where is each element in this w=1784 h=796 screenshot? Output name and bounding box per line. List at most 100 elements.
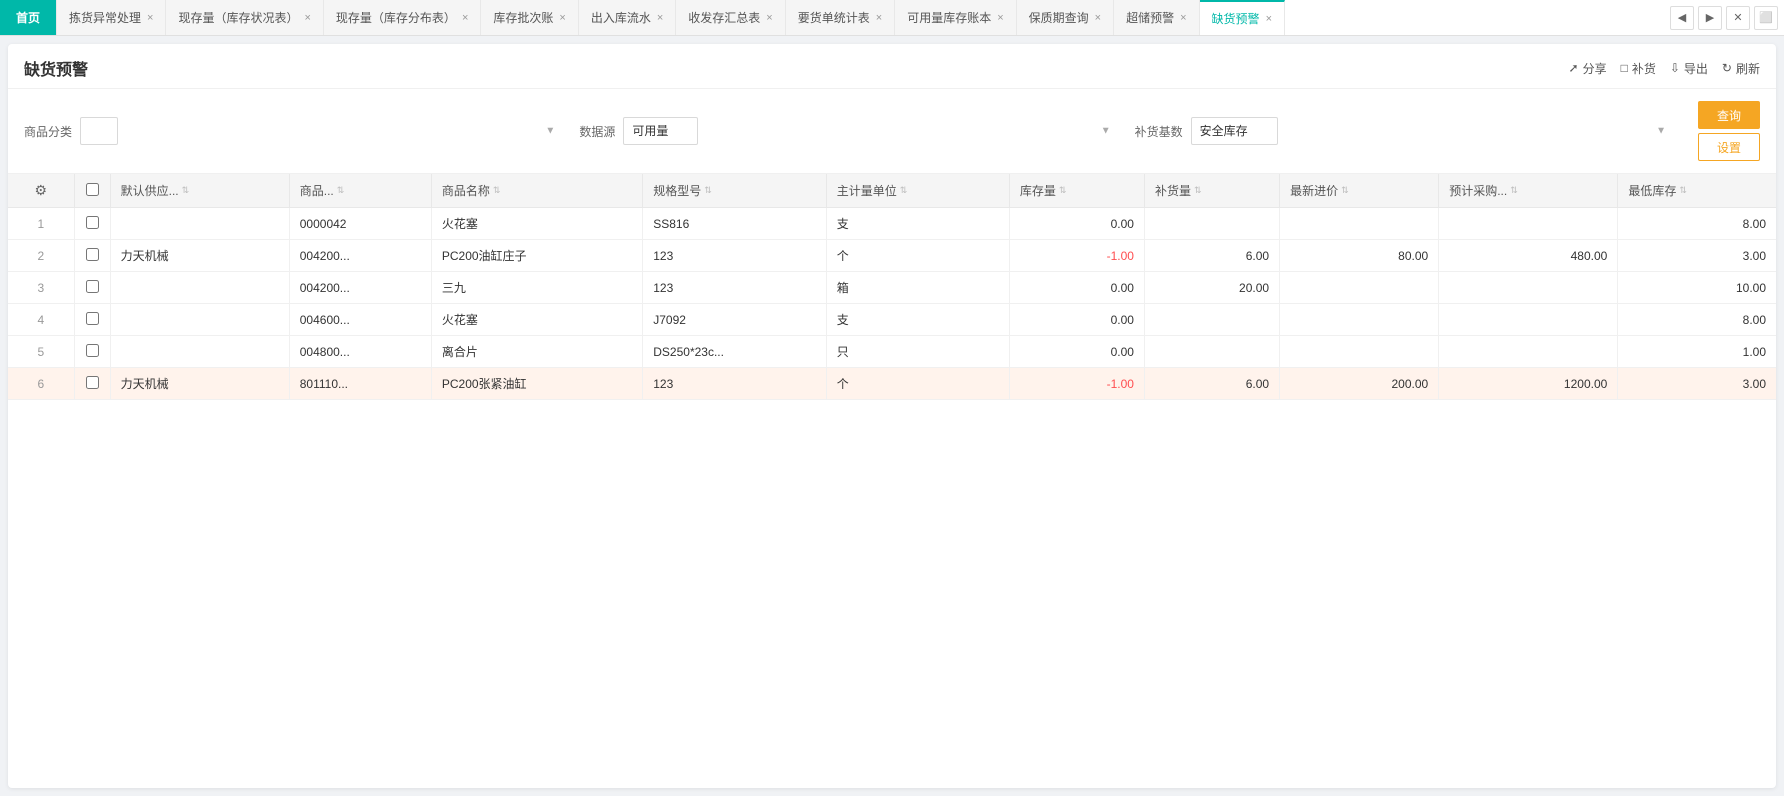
- page-container: 缺货预警 ➚ 分享 □ 补货 ⇩ 导出 ↻ 刷新 商品分类: [8, 44, 1776, 788]
- share-label: 分享: [1583, 60, 1607, 77]
- row-checkbox[interactable]: [86, 376, 99, 389]
- tab-overstock-label: 超储预警: [1126, 9, 1174, 26]
- row-latest-price: [1280, 272, 1439, 304]
- page-title: 缺货预警: [24, 56, 88, 80]
- column-header-stock[interactable]: 库存量 ⇅: [1009, 174, 1144, 208]
- tab-summary-close[interactable]: ×: [766, 12, 772, 24]
- tab-nav-maximize[interactable]: ⬜: [1754, 6, 1778, 30]
- filter-group-base: 补货基数 安全库存 最低库存 ▼: [1135, 117, 1674, 145]
- export-button[interactable]: ⇩ 导出: [1670, 60, 1708, 77]
- tab-overstock-close[interactable]: ×: [1180, 12, 1186, 24]
- tab-order-close[interactable]: ×: [876, 12, 882, 24]
- tab-flow-close[interactable]: ×: [657, 12, 663, 24]
- row-min-stock: 10.00: [1618, 272, 1776, 304]
- row-unit: 支: [826, 304, 1009, 336]
- row-checkbox[interactable]: [86, 344, 99, 357]
- row-name: 离合片: [431, 336, 642, 368]
- tab-overstock[interactable]: 超储预警 ×: [1114, 0, 1199, 35]
- tab-nav-prev[interactable]: ◀: [1670, 6, 1694, 30]
- column-settings-icon[interactable]: ⚙: [8, 174, 74, 208]
- tab-flow[interactable]: 出入库流水 ×: [579, 0, 676, 35]
- tab-nav-next[interactable]: ▶: [1698, 6, 1722, 30]
- filter-row: 商品分类 ▼ 数据源 可用量 总量 ▼ 补货基数: [8, 89, 1776, 174]
- category-label: 商品分类: [24, 123, 72, 140]
- tab-stock1-close[interactable]: ×: [304, 12, 310, 24]
- row-checkbox[interactable]: [86, 312, 99, 325]
- datasource-select[interactable]: 可用量 总量: [623, 117, 698, 145]
- tab-shortage-close[interactable]: ×: [1266, 13, 1272, 25]
- tab-summary[interactable]: 收发存汇总表 ×: [676, 0, 785, 35]
- tab-available-close[interactable]: ×: [997, 12, 1003, 24]
- tab-pick[interactable]: 拣货异常处理 ×: [57, 0, 166, 35]
- row-checkbox-cell: [74, 208, 110, 240]
- filter-group-category: 商品分类 ▼: [24, 117, 563, 145]
- column-header-min-stock[interactable]: 最低库存 ⇅: [1618, 174, 1776, 208]
- select-all-checkbox[interactable]: [86, 183, 99, 196]
- row-unit: 只: [826, 336, 1009, 368]
- row-code: 801110...: [289, 368, 431, 400]
- column-checkbox-header: [74, 174, 110, 208]
- row-checkbox-cell: [74, 304, 110, 336]
- row-checkbox-cell: [74, 336, 110, 368]
- column-header-code[interactable]: 商品... ⇅: [289, 174, 431, 208]
- row-spec: 123: [643, 272, 826, 304]
- category-select-wrap: ▼: [80, 117, 563, 145]
- tab-stock1-label: 现存量（库存状况表）: [178, 9, 298, 26]
- spec-sort-icon: ⇅: [704, 185, 712, 196]
- tab-order[interactable]: 要货单统计表 ×: [786, 0, 895, 35]
- page-header: 缺货预警 ➚ 分享 □ 补货 ⇩ 导出 ↻ 刷新: [8, 44, 1776, 89]
- tab-batch[interactable]: 库存批次账 ×: [481, 0, 578, 35]
- tab-available[interactable]: 可用量库存账本 ×: [895, 0, 1016, 35]
- row-checkbox[interactable]: [86, 248, 99, 261]
- stock-sort-icon: ⇅: [1059, 185, 1067, 196]
- base-select[interactable]: 安全库存 最低库存: [1191, 117, 1278, 145]
- stock-col-label: 库存量: [1020, 182, 1056, 199]
- table-header-row: ⚙ 默认供应... ⇅ 商品... ⇅: [8, 174, 1776, 208]
- datasource-chevron-icon: ▼: [1101, 126, 1111, 137]
- tab-stock2[interactable]: 现存量（库存分布表） ×: [324, 0, 481, 35]
- tab-nav-close-all[interactable]: ✕: [1726, 6, 1750, 30]
- column-header-unit[interactable]: 主计量单位 ⇅: [826, 174, 1009, 208]
- row-code: 004200...: [289, 240, 431, 272]
- category-select[interactable]: [80, 117, 118, 145]
- share-button[interactable]: ➚ 分享: [1569, 60, 1607, 77]
- tab-expiry-close[interactable]: ×: [1095, 12, 1101, 24]
- column-header-spec[interactable]: 规格型号 ⇅: [643, 174, 826, 208]
- row-stock: 0.00: [1009, 208, 1144, 240]
- row-est-purchase: 1200.00: [1439, 368, 1618, 400]
- refresh-button[interactable]: ↻ 刷新: [1722, 60, 1760, 77]
- latest-price-sort-icon: ⇅: [1341, 185, 1349, 196]
- tab-batch-label: 库存批次账: [493, 9, 553, 26]
- column-header-name[interactable]: 商品名称 ⇅: [431, 174, 642, 208]
- tab-batch-close[interactable]: ×: [559, 12, 565, 24]
- unit-col-label: 主计量单位: [837, 182, 897, 199]
- tab-stock2-close[interactable]: ×: [462, 12, 468, 24]
- row-unit: 支: [826, 208, 1009, 240]
- est-purchase-col-label: 预计采购...: [1449, 182, 1507, 199]
- settings-button[interactable]: 设置: [1698, 133, 1760, 161]
- row-spec: DS250*23c...: [643, 336, 826, 368]
- unit-sort-icon: ⇅: [900, 185, 908, 196]
- column-header-latest-price[interactable]: 最新进价 ⇅: [1280, 174, 1439, 208]
- query-button[interactable]: 查询: [1698, 101, 1760, 129]
- row-replenish: [1144, 336, 1279, 368]
- tab-home[interactable]: 首页: [0, 0, 57, 35]
- tab-pick-close[interactable]: ×: [147, 12, 153, 24]
- row-checkbox[interactable]: [86, 216, 99, 229]
- row-replenish: [1144, 208, 1279, 240]
- row-latest-price: [1280, 336, 1439, 368]
- tab-expiry[interactable]: 保质期查询 ×: [1017, 0, 1114, 35]
- min-stock-sort-icon: ⇅: [1679, 185, 1687, 196]
- tab-home-label: 首页: [16, 9, 40, 26]
- tab-shortage-label: 缺货预警: [1212, 10, 1260, 27]
- row-checkbox[interactable]: [86, 280, 99, 293]
- replenish-button[interactable]: □ 补货: [1621, 60, 1656, 77]
- column-header-est-purchase[interactable]: 预计采购... ⇅: [1439, 174, 1618, 208]
- row-name: 火花塞: [431, 304, 642, 336]
- row-checkbox-cell: [74, 240, 110, 272]
- column-header-replenish[interactable]: 补货量 ⇅: [1144, 174, 1279, 208]
- column-header-supplier[interactable]: 默认供应... ⇅: [110, 174, 289, 208]
- tab-shortage[interactable]: 缺货预警 ×: [1200, 0, 1285, 35]
- tab-stock1[interactable]: 现存量（库存状况表） ×: [166, 0, 323, 35]
- supplier-sort-icon: ⇅: [182, 185, 190, 196]
